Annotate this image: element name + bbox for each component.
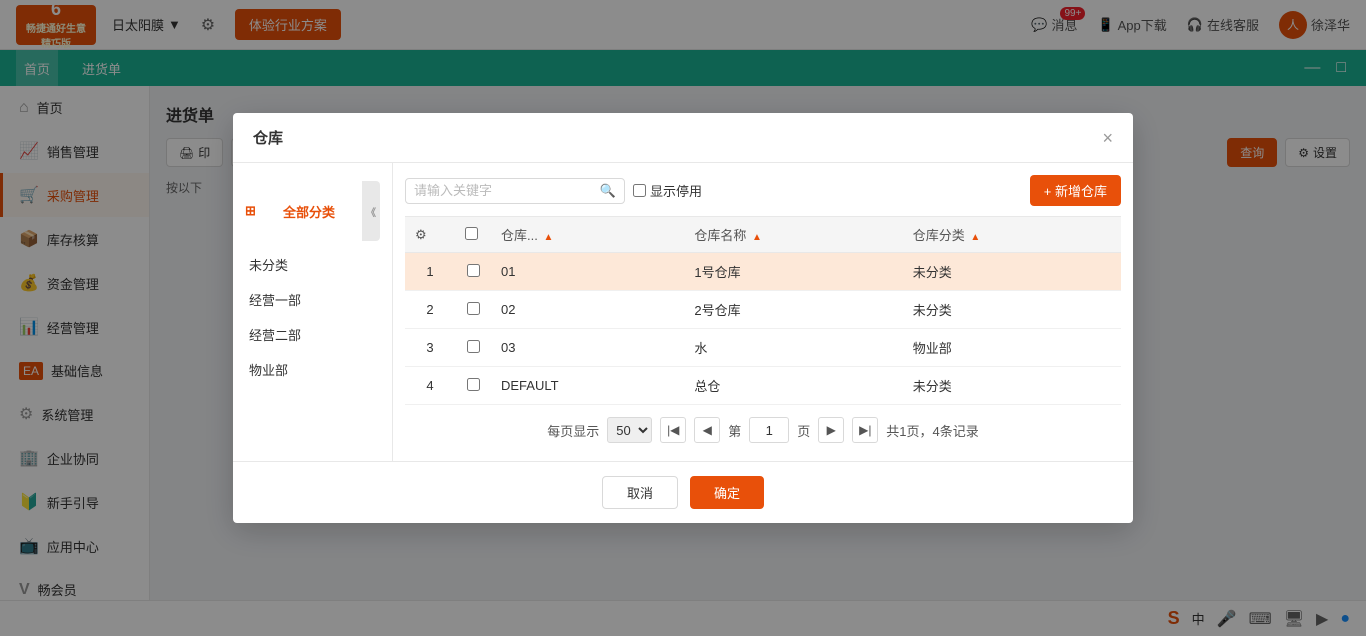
td-code-2: 02 xyxy=(491,291,684,329)
sort-icon-category: ▲ xyxy=(970,232,980,243)
th-code: 仓库... ▲ xyxy=(491,217,684,253)
row-checkbox-1[interactable] xyxy=(467,264,480,277)
th-name-label: 仓库名称 xyxy=(694,228,746,243)
page-input[interactable] xyxy=(749,417,789,443)
add-warehouse-button[interactable]: + 新增仓库 xyxy=(1030,175,1121,206)
modal-header: 仓库 × xyxy=(233,113,1133,163)
td-cb-3 xyxy=(455,329,491,367)
th-code-label: 仓库... xyxy=(501,228,538,243)
td-category-3: 物业部 xyxy=(903,329,1121,367)
row-checkbox-2[interactable] xyxy=(467,302,480,315)
modal-footer: 取消 确定 xyxy=(233,461,1133,523)
td-num-3: 3 xyxy=(405,329,455,367)
first-page-button[interactable]: |◀ xyxy=(660,417,686,443)
pagination: 每页显示 50 |◀ ◀ 第 页 ▶ ▶| 共1页，4条记录 xyxy=(405,405,1121,449)
grid-icon: ⊞ xyxy=(245,203,256,219)
table-toolbar: 🔍 显示停用 + 新增仓库 xyxy=(405,175,1121,206)
show-disabled-checkbox[interactable] xyxy=(633,184,646,197)
td-num-4: 4 xyxy=(405,367,455,405)
td-code-4: DEFAULT xyxy=(491,367,684,405)
next-page-button[interactable]: ▶ xyxy=(818,417,844,443)
category-item-ops2[interactable]: 经营二部 xyxy=(233,317,392,352)
td-num-1: 1 xyxy=(405,253,455,291)
collapse-button[interactable]: 《 xyxy=(362,181,380,241)
category-item-property[interactable]: 物业部 xyxy=(233,352,392,387)
td-cb-1 xyxy=(455,253,491,291)
th-checkbox xyxy=(455,217,491,253)
total-info: 共1页，4条记录 xyxy=(886,421,978,440)
td-name-4: 总仓 xyxy=(684,367,902,405)
td-category-2: 未分类 xyxy=(903,291,1121,329)
td-cb-4 xyxy=(455,367,491,405)
search-icon[interactable]: 🔍 xyxy=(600,183,616,199)
category-all-header[interactable]: ⊞ 全部分类 《 xyxy=(233,175,392,247)
row-checkbox-3[interactable] xyxy=(467,340,480,353)
last-page-button[interactable]: ▶| xyxy=(852,417,878,443)
page-unit: 页 xyxy=(797,421,810,440)
sort-icon-code: ▲ xyxy=(543,232,553,243)
show-disabled-label: 显示停用 xyxy=(650,181,702,200)
category-item-uncategorized[interactable]: 未分类 xyxy=(233,247,392,282)
modal-body: ⊞ 全部分类 《 未分类 经营一部 经营二部 物业部 🔍 xyxy=(233,163,1133,461)
td-cb-2 xyxy=(455,291,491,329)
per-page-select[interactable]: 50 xyxy=(607,417,652,443)
category-panel: ⊞ 全部分类 《 未分类 经营一部 经营二部 物业部 xyxy=(233,163,393,461)
td-code-1: 01 xyxy=(491,253,684,291)
search-input-wrap: 🔍 xyxy=(405,178,625,204)
table-panel: 🔍 显示停用 + 新增仓库 ⚙ xyxy=(393,163,1133,461)
td-name-2: 2号仓库 xyxy=(684,291,902,329)
confirm-button[interactable]: 确定 xyxy=(690,476,764,509)
select-all-checkbox[interactable] xyxy=(465,227,478,240)
per-page-label: 每页显示 xyxy=(547,421,599,440)
td-category-1: 未分类 xyxy=(903,253,1121,291)
table-row[interactable]: 4 DEFAULT 总仓 未分类 xyxy=(405,367,1121,405)
table-row[interactable]: 1 01 1号仓库 未分类 xyxy=(405,253,1121,291)
modal-title: 仓库 xyxy=(253,127,283,148)
page-label: 第 xyxy=(728,421,741,440)
table-row[interactable]: 3 03 水 物业部 xyxy=(405,329,1121,367)
th-settings-icon[interactable]: ⚙ xyxy=(415,227,427,242)
th-category: 仓库分类 ▲ xyxy=(903,217,1121,253)
warehouse-modal: 仓库 × ⊞ 全部分类 《 未分类 经营一部 经营二部 物业部 xyxy=(233,113,1133,523)
modal-overlay[interactable]: 仓库 × ⊞ 全部分类 《 未分类 经营一部 经营二部 物业部 xyxy=(0,0,1366,636)
td-name-1: 1号仓库 xyxy=(684,253,902,291)
search-input[interactable] xyxy=(414,183,594,198)
warehouse-table: ⚙ 仓库... ▲ 仓库名称 ▲ xyxy=(405,216,1121,405)
td-name-3: 水 xyxy=(684,329,902,367)
row-checkbox-4[interactable] xyxy=(467,378,480,391)
modal-close-button[interactable]: × xyxy=(1102,129,1113,147)
prev-page-button[interactable]: ◀ xyxy=(694,417,720,443)
category-all-label: 全部分类 xyxy=(283,202,335,221)
cancel-button[interactable]: 取消 xyxy=(602,476,678,509)
th-name: 仓库名称 ▲ xyxy=(684,217,902,253)
td-code-3: 03 xyxy=(491,329,684,367)
table-row[interactable]: 2 02 2号仓库 未分类 xyxy=(405,291,1121,329)
show-disabled-checkbox-label[interactable]: 显示停用 xyxy=(633,181,702,200)
sort-icon-name: ▲ xyxy=(752,232,762,243)
th-category-label: 仓库分类 xyxy=(913,228,965,243)
td-category-4: 未分类 xyxy=(903,367,1121,405)
category-item-ops1[interactable]: 经营一部 xyxy=(233,282,392,317)
td-num-2: 2 xyxy=(405,291,455,329)
th-settings: ⚙ xyxy=(405,217,455,253)
